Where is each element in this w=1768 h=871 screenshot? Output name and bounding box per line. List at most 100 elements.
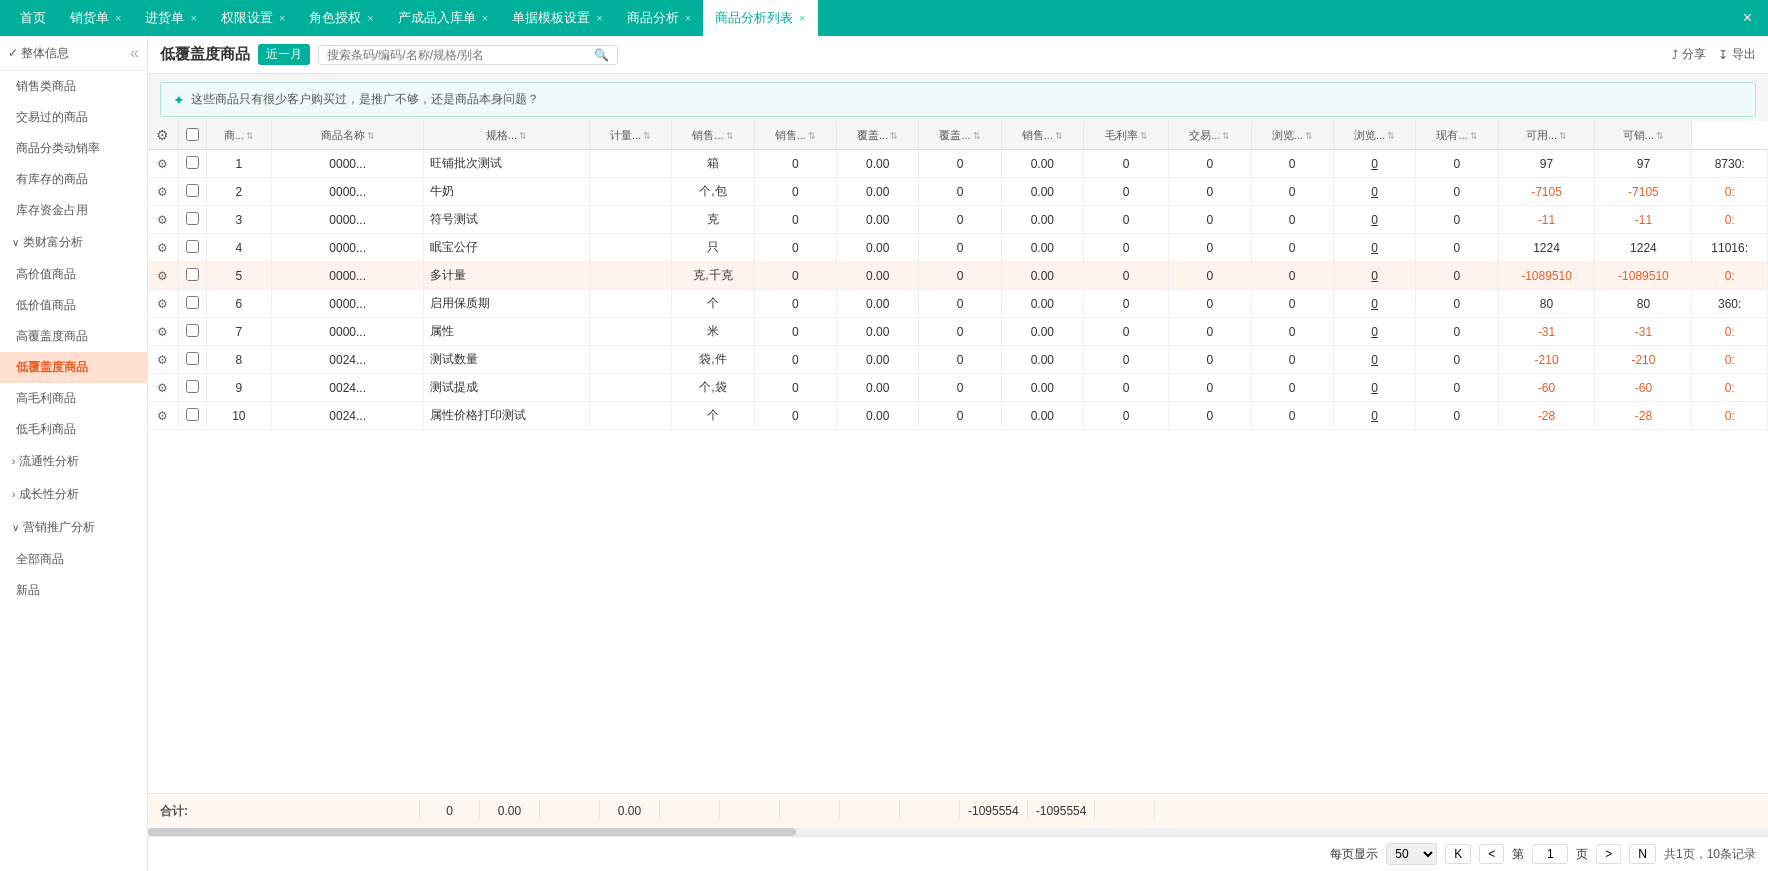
- row-checkbox[interactable]: [178, 402, 206, 430]
- close-icon[interactable]: ×: [799, 12, 805, 24]
- column-available[interactable]: 可用...⇅: [1498, 121, 1595, 150]
- search-box[interactable]: 🔍: [318, 45, 618, 65]
- column-gear[interactable]: ⚙: [148, 121, 178, 150]
- column-sales-p[interactable]: 销售...⇅: [1001, 121, 1083, 150]
- row-browse1[interactable]: 0: [1333, 374, 1415, 402]
- close-icon[interactable]: ×: [596, 12, 602, 24]
- row-sales-amt: 0.00: [836, 262, 918, 290]
- sidebar-item-stock-goods[interactable]: 有库存的商品: [0, 164, 147, 195]
- sidebar-item-low-coverage[interactable]: 低覆盖度商品: [0, 352, 147, 383]
- row-gear[interactable]: ⚙: [148, 206, 178, 234]
- nav-item-sales[interactable]: 销货单 ×: [58, 0, 133, 36]
- close-icon[interactable]: ×: [115, 12, 121, 24]
- row-gear[interactable]: ⚙: [148, 346, 178, 374]
- close-icon[interactable]: ×: [279, 12, 285, 24]
- column-unit[interactable]: 计量...⇅: [589, 121, 671, 150]
- prev-page-button[interactable]: <: [1479, 844, 1504, 864]
- column-code[interactable]: 商...⇅: [206, 121, 272, 150]
- row-gear[interactable]: ⚙: [148, 178, 178, 206]
- row-checkbox[interactable]: [178, 346, 206, 374]
- row-checkbox[interactable]: [178, 150, 206, 178]
- row-unit: 个,袋: [672, 374, 754, 402]
- last-page-button[interactable]: N: [1629, 844, 1656, 864]
- sidebar-item-low-margin[interactable]: 低毛利商品: [0, 414, 147, 445]
- column-checkbox[interactable]: [178, 121, 206, 150]
- column-saleable[interactable]: 可销...⇅: [1595, 121, 1692, 150]
- column-browse2[interactable]: 浏览...⇅: [1333, 121, 1415, 150]
- sidebar-collapse-button[interactable]: «: [130, 44, 139, 62]
- nav-item-purchase[interactable]: 进货单 ×: [133, 0, 208, 36]
- export-button[interactable]: ↧ 导出: [1718, 46, 1756, 63]
- row-checkbox[interactable]: [178, 318, 206, 346]
- page-number-input[interactable]: [1532, 844, 1568, 864]
- row-gear[interactable]: ⚙: [148, 402, 178, 430]
- row-browse1[interactable]: 0: [1333, 290, 1415, 318]
- sidebar-section-category[interactable]: ∨ 类财富分析: [0, 226, 147, 259]
- row-gear[interactable]: ⚙: [148, 150, 178, 178]
- time-filter-button[interactable]: 近一月: [258, 44, 310, 65]
- nav-item-analysis[interactable]: 商品分析 ×: [615, 0, 703, 36]
- search-input[interactable]: [327, 48, 594, 62]
- sidebar-item-high-coverage[interactable]: 高覆盖度商品: [0, 321, 147, 352]
- close-icon[interactable]: ×: [190, 12, 196, 24]
- sidebar-item-new-goods[interactable]: 新品: [0, 575, 147, 606]
- row-gear[interactable]: ⚙: [148, 234, 178, 262]
- row-gear[interactable]: ⚙: [148, 374, 178, 402]
- column-sales-qty[interactable]: 销售...⇅: [672, 121, 754, 150]
- share-button[interactable]: ⤴ 分享: [1672, 46, 1706, 63]
- row-gear[interactable]: ⚙: [148, 262, 178, 290]
- select-all-checkbox[interactable]: [186, 128, 199, 141]
- nav-item-home[interactable]: 首页: [8, 0, 58, 36]
- row-checkbox[interactable]: [178, 206, 206, 234]
- sidebar-item-stock-fund[interactable]: 库存资金占用: [0, 195, 147, 226]
- column-cover1[interactable]: 覆盖...⇅: [836, 121, 918, 150]
- row-gear[interactable]: ⚙: [148, 290, 178, 318]
- close-icon[interactable]: ×: [482, 12, 488, 24]
- first-page-button[interactable]: K: [1445, 844, 1471, 864]
- column-trade[interactable]: 交易...⇅: [1169, 121, 1251, 150]
- sidebar-item-high-value[interactable]: 高价值商品: [0, 259, 147, 290]
- nav-item-role[interactable]: 角色授权 ×: [297, 0, 385, 36]
- row-checkbox[interactable]: [178, 178, 206, 206]
- close-icon[interactable]: ×: [685, 12, 691, 24]
- row-browse1[interactable]: 0: [1333, 262, 1415, 290]
- row-gear[interactable]: ⚙: [148, 318, 178, 346]
- row-browse1[interactable]: 0: [1333, 178, 1415, 206]
- row-browse1[interactable]: 0: [1333, 346, 1415, 374]
- row-checkbox[interactable]: [178, 262, 206, 290]
- table-row: ⚙ 7 0000... 属性 米 0 0.00 0 0.00 0 0 0 0 0…: [148, 318, 1768, 346]
- page-size-select[interactable]: 50 100 200: [1386, 843, 1437, 865]
- sidebar-item-all-goods[interactable]: 全部商品: [0, 544, 147, 575]
- sidebar-item-high-margin[interactable]: 高毛利商品: [0, 383, 147, 414]
- row-browse1[interactable]: 0: [1333, 402, 1415, 430]
- sidebar-item-low-value[interactable]: 低价值商品: [0, 290, 147, 321]
- app-close-button[interactable]: ×: [1735, 9, 1760, 27]
- next-page-button[interactable]: >: [1596, 844, 1621, 864]
- column-name[interactable]: 商品名称⇅: [272, 121, 424, 150]
- search-icon[interactable]: 🔍: [594, 48, 609, 62]
- sidebar-item-sales-goods[interactable]: 销售类商品: [0, 71, 147, 102]
- nav-item-analysis-list[interactable]: 商品分析列表 ×: [703, 0, 817, 36]
- row-browse1[interactable]: 0: [1333, 318, 1415, 346]
- column-cover2[interactable]: 覆盖...⇅: [919, 121, 1001, 150]
- sidebar-section-flow[interactable]: › 流通性分析: [0, 445, 147, 478]
- sidebar-section-growth[interactable]: › 成长性分析: [0, 478, 147, 511]
- row-browse1[interactable]: 0: [1333, 206, 1415, 234]
- row-browse1[interactable]: 0: [1333, 234, 1415, 262]
- sidebar-item-category-rate[interactable]: 商品分类动销率: [0, 133, 147, 164]
- sidebar-item-traded-goods[interactable]: 交易过的商品: [0, 102, 147, 133]
- nav-item-permission[interactable]: 权限设置 ×: [209, 0, 297, 36]
- column-current[interactable]: 现有...⇅: [1416, 121, 1498, 150]
- column-spec[interactable]: 规格...⇅: [424, 121, 590, 150]
- close-icon[interactable]: ×: [367, 12, 373, 24]
- column-sales-amt[interactable]: 销售...⇅: [754, 121, 836, 150]
- nav-item-template[interactable]: 单据模板设置 ×: [500, 0, 614, 36]
- row-checkbox[interactable]: [178, 290, 206, 318]
- nav-item-product-in[interactable]: 产成品入库单 ×: [386, 0, 500, 36]
- row-checkbox[interactable]: [178, 234, 206, 262]
- row-checkbox[interactable]: [178, 374, 206, 402]
- row-browse1[interactable]: 0: [1333, 150, 1415, 178]
- column-browse1[interactable]: 浏览...⇅: [1251, 121, 1333, 150]
- sidebar-section-market[interactable]: ∨ 营销推广分析: [0, 511, 147, 544]
- column-gross-rate[interactable]: 毛利率⇅: [1084, 121, 1169, 150]
